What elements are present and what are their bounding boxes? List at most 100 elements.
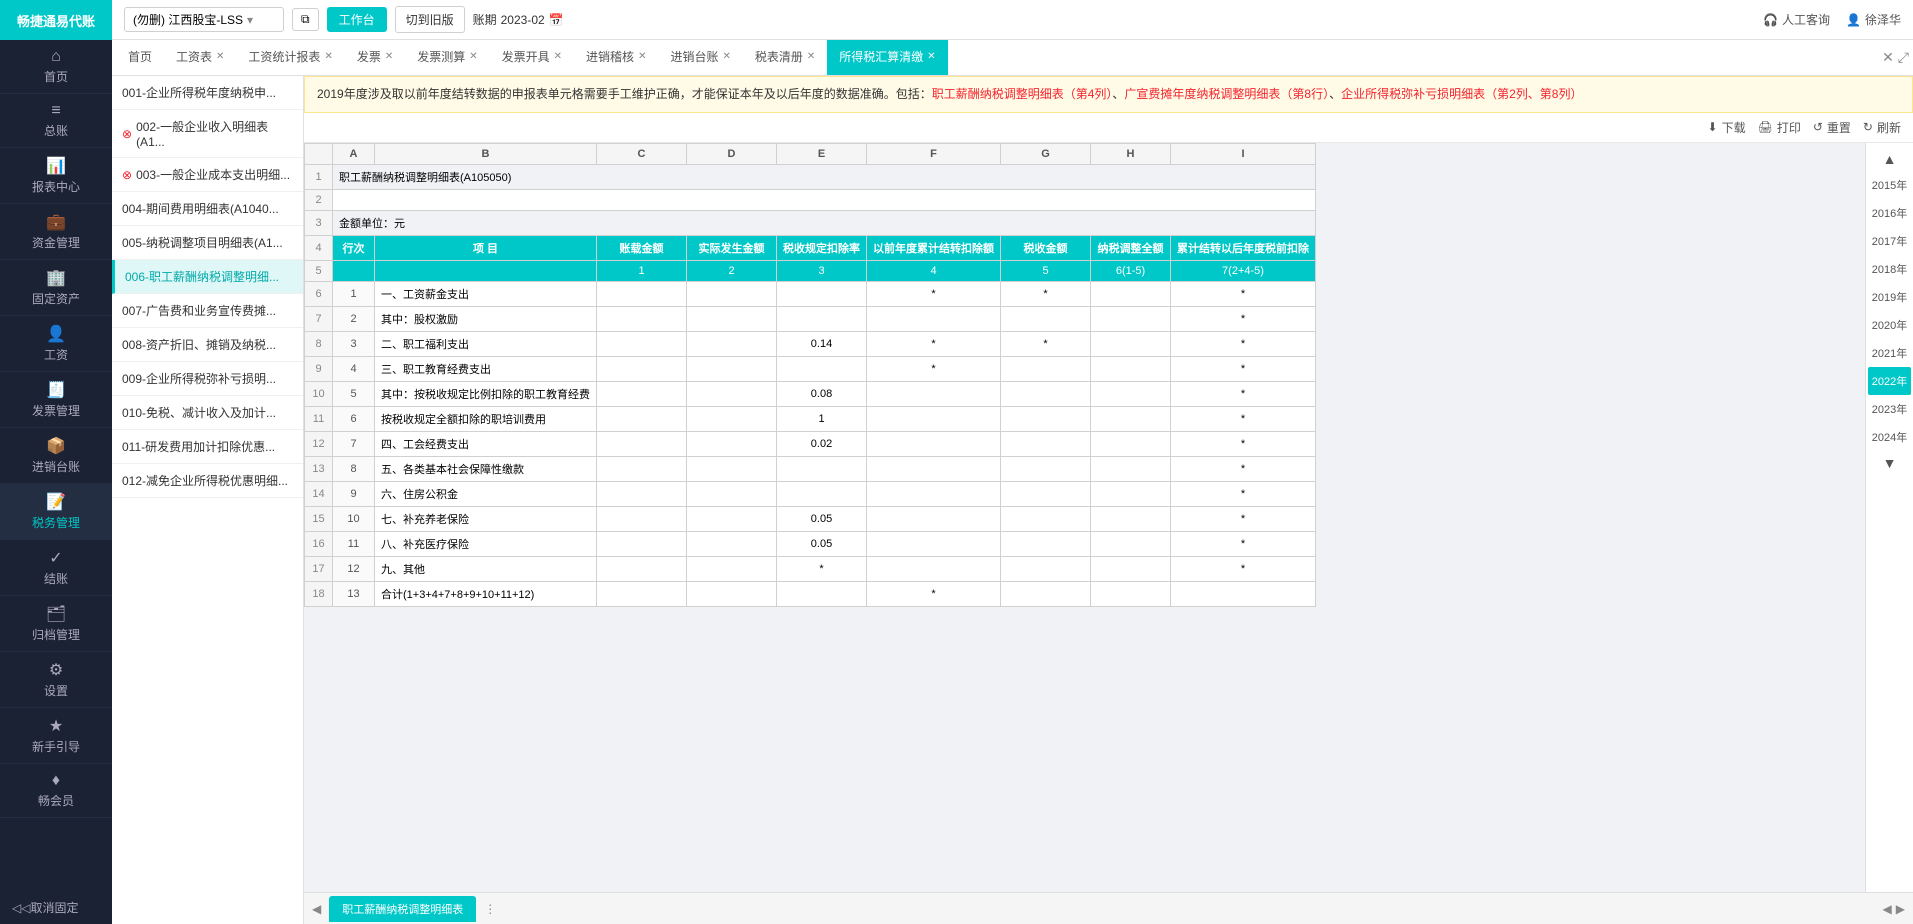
- row-col4-11[interactable]: [867, 531, 1001, 556]
- row-col7-7[interactable]: *: [1171, 431, 1316, 456]
- row-col2-13[interactable]: [687, 581, 777, 606]
- scroll-right-icon[interactable]: ◀: [1883, 902, 1892, 916]
- row-item-8[interactable]: 五、各类基本社会保障性缴款: [375, 456, 597, 481]
- row-col2-6[interactable]: [687, 406, 777, 431]
- row-col6-12[interactable]: [1091, 556, 1171, 581]
- row-col3-1[interactable]: [777, 281, 867, 306]
- row-col7-1[interactable]: *: [1171, 281, 1316, 306]
- refresh-button[interactable]: ↻ 刷新: [1863, 119, 1901, 136]
- row-col7-6[interactable]: *: [1171, 406, 1316, 431]
- row-item-7[interactable]: 四、工会经费支出: [375, 431, 597, 456]
- row-col7-3[interactable]: *: [1171, 331, 1316, 356]
- row-col6-1[interactable]: [1091, 281, 1171, 306]
- row-col4-10[interactable]: [867, 506, 1001, 531]
- row-col4-8[interactable]: [867, 456, 1001, 481]
- sidebar-item-payroll[interactable]: 👤 工资: [0, 316, 112, 372]
- year-item-2024年[interactable]: 2024年: [1868, 423, 1911, 451]
- row-col2-10[interactable]: [687, 506, 777, 531]
- tab-close-purchase-verify[interactable]: ✕: [638, 51, 646, 62]
- row-col4-3[interactable]: *: [867, 331, 1001, 356]
- row-col1-10[interactable]: [597, 506, 687, 531]
- row-col4-13[interactable]: *: [867, 581, 1001, 606]
- sheet-options[interactable]: ⋮: [484, 902, 496, 916]
- tab-tax-clearance[interactable]: 税表清册 ✕: [743, 40, 827, 75]
- sidebar-item-member[interactable]: ♦ 畅会员: [0, 764, 112, 818]
- year-item-2018年[interactable]: 2018年: [1868, 255, 1911, 283]
- list-item-009[interactable]: 009-企业所得税弥补亏损明...: [112, 362, 303, 396]
- tab-invoice-open[interactable]: 发票开具 ✕: [490, 40, 574, 75]
- year-item-2021年[interactable]: 2021年: [1868, 339, 1911, 367]
- row-col2-9[interactable]: [687, 481, 777, 506]
- row-col3-3[interactable]: 0.14: [777, 331, 867, 356]
- row-col3-4[interactable]: [777, 356, 867, 381]
- row-col2-7[interactable]: [687, 431, 777, 456]
- row-col6-3[interactable]: [1091, 331, 1171, 356]
- sidebar-item-ledger[interactable]: ≡ 总账: [0, 94, 112, 148]
- row-col6-8[interactable]: [1091, 456, 1171, 481]
- row-item-3[interactable]: 二、职工福利支出: [375, 331, 597, 356]
- row-col7-2[interactable]: *: [1171, 306, 1316, 331]
- row-col5-13[interactable]: [1001, 581, 1091, 606]
- sidebar-item-tax[interactable]: 📝 税务管理: [0, 484, 112, 540]
- row-col1-2[interactable]: [597, 306, 687, 331]
- row-col5-1[interactable]: *: [1001, 281, 1091, 306]
- tab-close-income-tax[interactable]: ✕: [927, 51, 935, 62]
- year-down-arrow[interactable]: ▼: [1879, 451, 1901, 475]
- year-item-2016年[interactable]: 2016年: [1868, 199, 1911, 227]
- row-col4-2[interactable]: [867, 306, 1001, 331]
- list-item-005[interactable]: 005-纳税调整项目明细表(A1...: [112, 226, 303, 260]
- row-col2-3[interactable]: [687, 331, 777, 356]
- tab-salary[interactable]: 工资表 ✕: [164, 40, 236, 75]
- row-col6-2[interactable]: [1091, 306, 1171, 331]
- row-col1-13[interactable]: [597, 581, 687, 606]
- row-col3-5[interactable]: 0.08: [777, 381, 867, 406]
- row-col3-9[interactable]: [777, 481, 867, 506]
- list-item-010[interactable]: 010-免税、减计收入及加计...: [112, 396, 303, 430]
- list-item-012[interactable]: 012-减免企业所得税优惠明细...: [112, 464, 303, 498]
- row-col5-8[interactable]: [1001, 456, 1091, 481]
- row-col1-5[interactable]: [597, 381, 687, 406]
- row-col5-3[interactable]: *: [1001, 331, 1091, 356]
- company-select[interactable]: (勿删) 江西股宝-LSS ▾: [124, 7, 284, 32]
- row-col6-6[interactable]: [1091, 406, 1171, 431]
- row-col6-7[interactable]: [1091, 431, 1171, 456]
- row-col2-4[interactable]: [687, 356, 777, 381]
- tab-invoice[interactable]: 发票 ✕: [345, 40, 405, 75]
- row-col3-7[interactable]: 0.02: [777, 431, 867, 456]
- year-item-2015年[interactable]: 2015年: [1868, 171, 1911, 199]
- row-col3-6[interactable]: 1: [777, 406, 867, 431]
- row-col2-8[interactable]: [687, 456, 777, 481]
- list-item-007[interactable]: 007-广告费和业务宣传费摊...: [112, 294, 303, 328]
- row-col6-5[interactable]: [1091, 381, 1171, 406]
- tab-close-purchase-ledger[interactable]: ✕: [722, 51, 730, 62]
- list-item-006[interactable]: 006-职工薪酬纳税调整明细...: [112, 260, 303, 294]
- sidebar-item-home[interactable]: ⌂ 首页: [0, 40, 112, 94]
- row-item-9[interactable]: 六、住房公积金: [375, 481, 597, 506]
- row-col3-8[interactable]: [777, 456, 867, 481]
- row-col1-4[interactable]: [597, 356, 687, 381]
- sidebar-item-purchase-sale[interactable]: 📦 进销台账: [0, 428, 112, 484]
- reset-button[interactable]: ↺ 重置: [1813, 119, 1851, 136]
- year-item-2020年[interactable]: 2020年: [1868, 311, 1911, 339]
- scroll-left-icon[interactable]: ◀: [312, 902, 321, 916]
- row-col5-11[interactable]: [1001, 531, 1091, 556]
- year-up-arrow[interactable]: ▲: [1879, 147, 1901, 171]
- tab-close-invoice[interactable]: ✕: [385, 51, 393, 62]
- sheet-tab-salary[interactable]: 职工薪酬纳税调整明细表: [329, 896, 476, 922]
- tab-invoice-calc[interactable]: 发票测算 ✕: [405, 40, 489, 75]
- row-col4-5[interactable]: [867, 381, 1001, 406]
- row-col1-11[interactable]: [597, 531, 687, 556]
- row-col6-11[interactable]: [1091, 531, 1171, 556]
- sidebar-item-settings[interactable]: ⚙ 设置: [0, 652, 112, 708]
- sidebar-item-archive[interactable]: 🗂 归档管理: [0, 596, 112, 652]
- tab-close-salary[interactable]: ✕: [216, 51, 224, 62]
- row-col2-5[interactable]: [687, 381, 777, 406]
- year-item-2019年[interactable]: 2019年: [1868, 283, 1911, 311]
- year-item-2017年[interactable]: 2017年: [1868, 227, 1911, 255]
- list-item-004[interactable]: 004-期间费用明细表(A1040...: [112, 192, 303, 226]
- row-col5-2[interactable]: [1001, 306, 1091, 331]
- row-item-10[interactable]: 七、补充养老保险: [375, 506, 597, 531]
- row-col3-12[interactable]: *: [777, 556, 867, 581]
- tab-home[interactable]: 首页: [116, 40, 164, 75]
- row-col5-4[interactable]: [1001, 356, 1091, 381]
